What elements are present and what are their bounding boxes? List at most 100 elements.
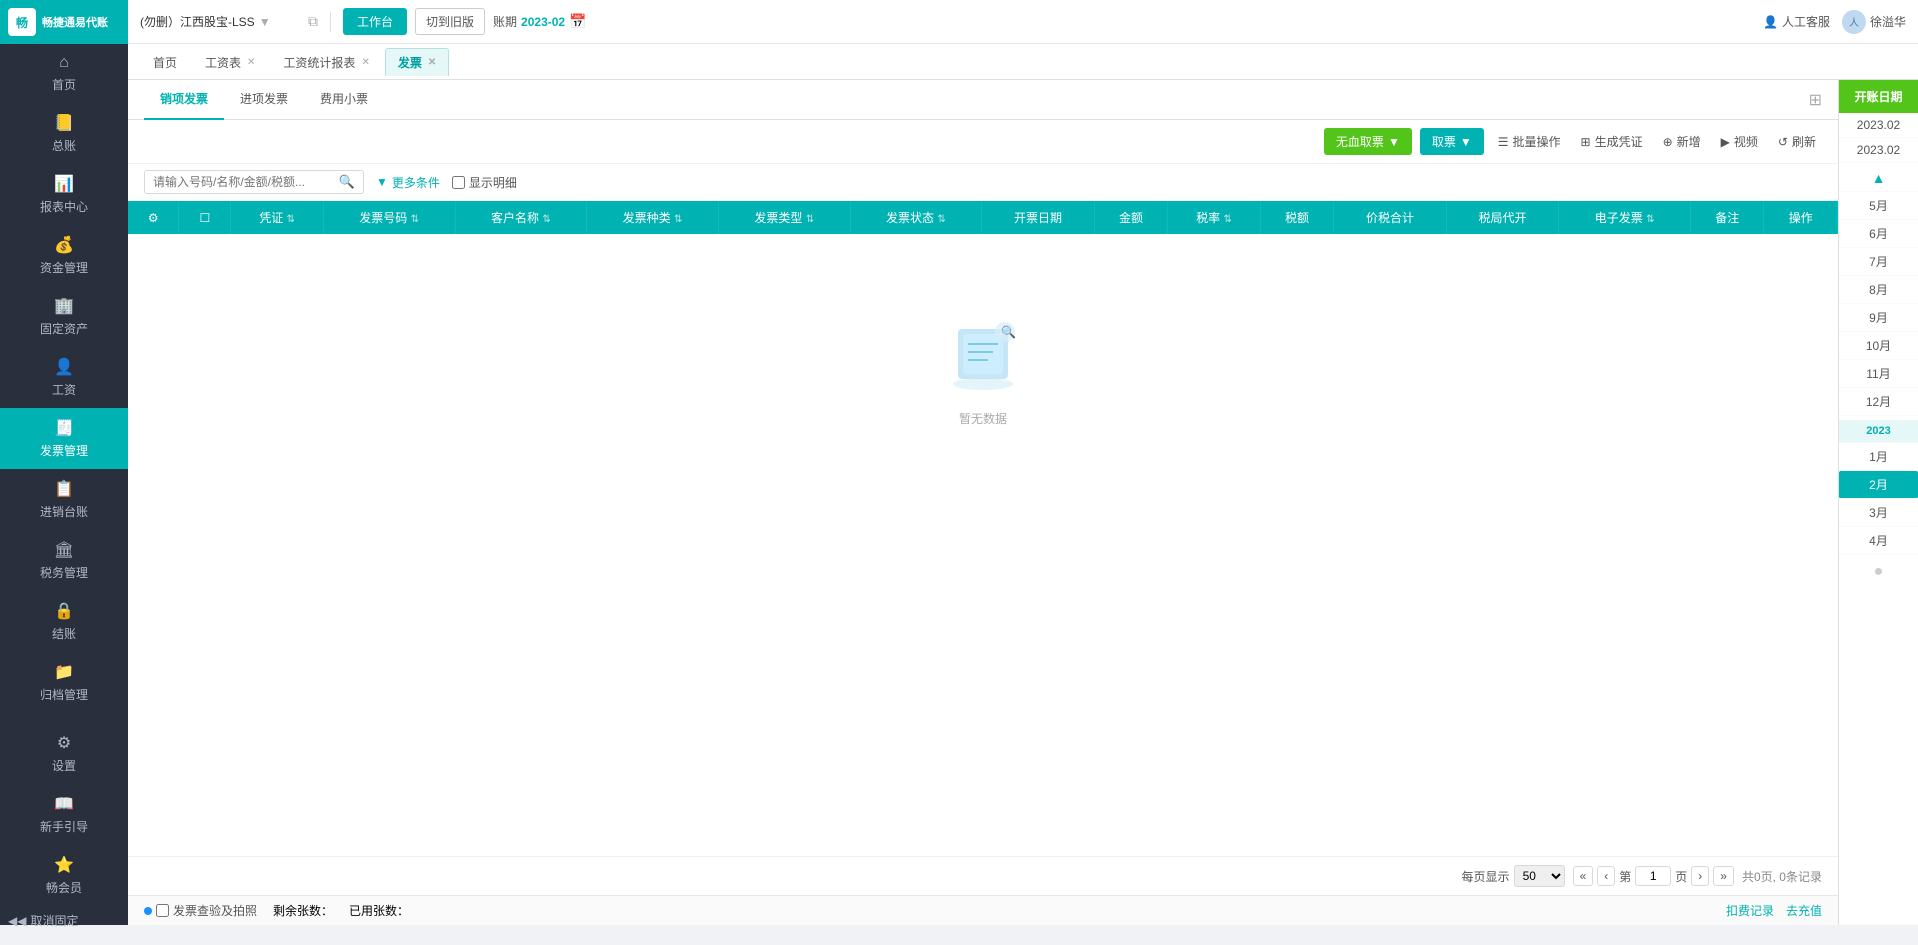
col-voucher[interactable]: 凭证 ⇅ [231, 201, 324, 234]
deduct-link[interactable]: 扣费记录 [1726, 902, 1774, 919]
sidebar-item-guide[interactable]: 📖 新手引导 [0, 784, 128, 845]
last-page-btn[interactable]: » [1713, 866, 1734, 886]
sidebar-item-ledger[interactable]: 📒 总账 [0, 103, 128, 164]
grid-icon[interactable]: ⊞ [1809, 90, 1822, 110]
tab-invoice-close[interactable]: ✕ [428, 57, 436, 68]
date-month-11[interactable]: 11月 [1839, 360, 1918, 388]
show-detail-label: 显示明细 [469, 174, 517, 191]
col-invoice-status[interactable]: 发票状态 ⇅ [850, 201, 982, 234]
collapse-btn[interactable]: ◀◀ 取消固定 [0, 906, 128, 935]
sidebar-item-closing[interactable]: 🔒 结账 [0, 591, 128, 652]
sidebar-item-salary[interactable]: 👤 工资 [0, 347, 128, 408]
sidebar-item-tax[interactable]: 🏛 税务管理 [0, 530, 128, 591]
refresh-btn[interactable]: ↺ 刷新 [1772, 129, 1822, 154]
tab-salary-report[interactable]: 工资统计报表 ✕ [270, 48, 382, 76]
sub-tab-outgoing[interactable]: 销项发票 [144, 80, 224, 120]
date-panel: 开账日期 2023.02 2023.02 ▲ 5月 6月 7月 8月 9月 10… [1838, 80, 1918, 925]
batch-ops-btn[interactable]: ☰ 批量操作 [1492, 129, 1567, 154]
col-tax-rate[interactable]: 税率 ⇅ [1168, 201, 1261, 234]
next-page-btn[interactable]: › [1691, 866, 1709, 886]
sidebar-bottom: ⚙ 设置 📖 新手引导 ⭐ 畅会员 ◀◀ 取消固定 [0, 713, 128, 945]
ticket-dropdown-icon: ▼ [1460, 135, 1472, 149]
tab-home[interactable]: 首页 [140, 48, 190, 76]
date-month-3[interactable]: 3月 [1839, 499, 1918, 527]
col-customer[interactable]: 客户名称 ⇅ [455, 201, 587, 234]
sidebar-item-home[interactable]: ⌂ 首页 [0, 44, 128, 103]
col-electronic[interactable]: 电子发票 ⇅ [1559, 201, 1691, 234]
salary-icon: 👤 [54, 357, 74, 377]
col-invoice-category[interactable]: 发票类型 ⇅ [718, 201, 850, 234]
date-month-7[interactable]: 7月 [1839, 248, 1918, 276]
period-prefix: 账期 [493, 13, 517, 30]
tab-invoice[interactable]: 发票 ✕ [385, 48, 449, 76]
sidebar-item-sales[interactable]: 📋 进销台账 [0, 469, 128, 530]
video-btn[interactable]: ▶ 视频 [1715, 129, 1764, 154]
more-conditions-btn[interactable]: ▼ 更多条件 [376, 174, 440, 191]
col-invoice-no[interactable]: 发票号码 ⇅ [323, 201, 455, 234]
date-item-2023-02-second[interactable]: 2023.02 [1839, 138, 1918, 163]
sidebar-item-member[interactable]: ⭐ 畅会员 [0, 845, 128, 906]
no-ticket-btn[interactable]: 无血取票 ▼ [1324, 128, 1412, 155]
date-month-12[interactable]: 12月 [1839, 388, 1918, 416]
new-btn[interactable]: ⊕ 新增 [1657, 129, 1707, 154]
date-month-8[interactable]: 8月 [1839, 276, 1918, 304]
generate-voucher-btn[interactable]: ⊞ 生成凭证 [1575, 129, 1649, 154]
date-nav-up[interactable]: ▲ [1839, 165, 1918, 192]
date-item-2023-02-first[interactable]: 2023.02 [1839, 113, 1918, 138]
date-month-4[interactable]: 4月 [1839, 527, 1918, 555]
col-checkbox[interactable]: ☐ [179, 201, 231, 234]
sales-icon: 📋 [54, 479, 74, 499]
more-conditions-label: 更多条件 [392, 174, 440, 191]
sidebar-item-invoice[interactable]: 🧾 发票管理 [0, 408, 128, 469]
service-btn[interactable]: 👤 人工客服 [1763, 13, 1830, 30]
tab-salary[interactable]: 工资表 ✕ [192, 48, 268, 76]
sidebar-label-archive: 归档管理 [40, 686, 88, 703]
sidebar-item-assets[interactable]: 🏢 固定资产 [0, 286, 128, 347]
period-calendar-icon[interactable]: 📅 [569, 13, 586, 30]
empty-icon: 🔍 [933, 314, 1033, 394]
closing-icon: 🔒 [54, 601, 74, 621]
switch-button[interactable]: 切到旧版 [415, 8, 485, 35]
sidebar-item-funds[interactable]: 💰 资金管理 [0, 225, 128, 286]
page-input[interactable] [1635, 866, 1671, 886]
ticket-btn[interactable]: 取票 ▼ [1420, 128, 1484, 155]
tab-salary-close[interactable]: ✕ [247, 57, 255, 68]
date-month-9[interactable]: 9月 [1839, 304, 1918, 332]
col-invoice-type[interactable]: 发票种类 ⇅ [587, 201, 719, 234]
show-detail-checkbox[interactable] [452, 176, 465, 189]
search-input[interactable] [153, 175, 333, 189]
sub-tab-incoming[interactable]: 进项发票 [224, 80, 304, 120]
new-label: 新增 [1677, 133, 1701, 150]
sidebar-item-archive[interactable]: 📁 归档管理 [0, 652, 128, 713]
user-avatar: 人 [1842, 10, 1866, 34]
per-page-label: 每页显示 [1462, 868, 1510, 885]
prev-page-btn[interactable]: ‹ [1597, 866, 1615, 886]
date-month-10[interactable]: 10月 [1839, 332, 1918, 360]
date-month-1[interactable]: 1月 [1839, 443, 1918, 471]
date-month-2[interactable]: 2月 [1839, 471, 1918, 499]
first-page-btn[interactable]: « [1573, 866, 1594, 886]
sidebar-item-settings[interactable]: ⚙ 设置 [0, 723, 128, 784]
col-settings[interactable]: ⚙ [128, 201, 179, 234]
show-detail-wrap[interactable]: 显示明细 [452, 174, 517, 191]
tab-salary-report-close[interactable]: ✕ [361, 57, 369, 68]
date-panel-close-btn[interactable]: ● [1839, 557, 1918, 587]
date-month-5[interactable]: 5月 [1839, 192, 1918, 220]
col-amount: 金额 [1094, 201, 1167, 234]
open-date-btn[interactable]: 开账日期 [1839, 80, 1918, 113]
user-btn[interactable]: 人 徐溢华 [1842, 10, 1906, 34]
sub-tab-expense-label: 费用小票 [320, 90, 368, 107]
per-page-select[interactable]: 50 10 20 100 [1514, 865, 1565, 887]
recharge-link[interactable]: 去充值 [1786, 902, 1822, 919]
sub-tab-expense[interactable]: 费用小票 [304, 80, 384, 120]
remaining-label: 剩余张数： [273, 904, 333, 918]
check-invoice-checkbox[interactable] [156, 904, 169, 917]
tab-home-label: 首页 [153, 54, 177, 71]
workspace-button[interactable]: 工作台 [343, 8, 407, 35]
company-selector[interactable]: (勿删）江西股宝-LSS ▼ [140, 13, 300, 30]
date-year-group-2023: 2023 1月 2月 3月 4月 [1839, 418, 1918, 557]
sidebar-item-reports[interactable]: 📊 报表中心 [0, 164, 128, 225]
topbar-copy-icon[interactable]: ⧉ [308, 13, 318, 30]
date-month-6[interactable]: 6月 [1839, 220, 1918, 248]
status-dot [144, 907, 152, 915]
